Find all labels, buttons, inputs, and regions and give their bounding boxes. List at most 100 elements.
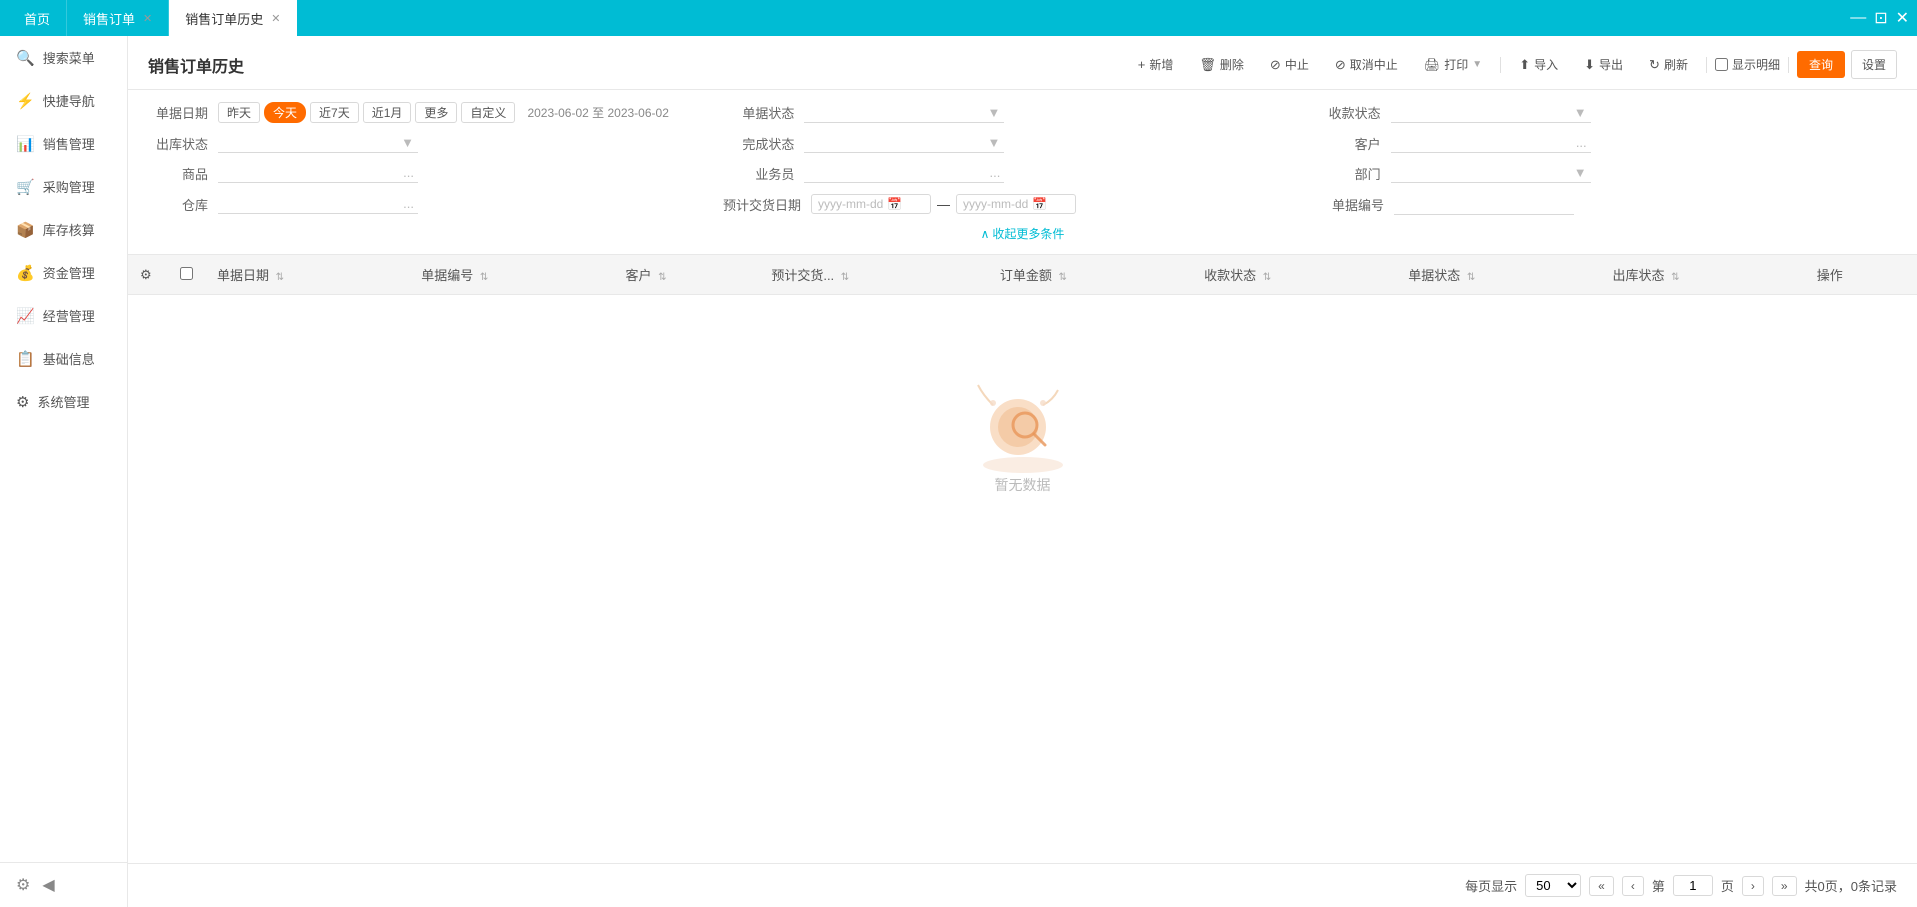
department-select[interactable]: ▼	[1391, 163, 1591, 183]
cancel-stop-icon: ⊘	[1335, 57, 1346, 73]
receipt-status-select[interactable]: ▼	[1391, 103, 1591, 123]
customer-dots[interactable]: ...	[1576, 135, 1587, 150]
col-amount[interactable]: 订单金额 ⇅	[988, 255, 1192, 295]
tab-销售订单[interactable]: 销售订单✕	[67, 0, 169, 36]
first-page-btn[interactable]: «	[1589, 876, 1614, 896]
complete-status-select[interactable]: ▼	[804, 133, 1004, 153]
bill-no-input[interactable]	[1394, 193, 1574, 215]
tab-list: 首页销售订单✕销售订单历史✕	[8, 0, 297, 36]
sidebar-item-4[interactable]: 📦库存核算	[0, 208, 127, 251]
select-all-checkbox[interactable]	[180, 267, 193, 280]
sidebar-item-0[interactable]: 🔍搜索菜单	[0, 36, 127, 79]
query-button[interactable]: 查询	[1797, 51, 1845, 78]
table-body: 暂无数据	[128, 295, 1917, 576]
print-chevron: ▼	[1472, 59, 1482, 70]
date-yesterday-btn[interactable]: 昨天	[218, 102, 260, 123]
display-toggle-checkbox[interactable]	[1715, 58, 1728, 71]
filter-row-4: 仓库 ... 预计交货日期 yyyy-mm-dd 📅 — yyyy-mm-	[148, 193, 1897, 215]
date-1month-btn[interactable]: 近1月	[363, 102, 412, 123]
last-page-btn[interactable]: »	[1772, 876, 1797, 896]
per-page-label: 每页显示	[1465, 876, 1517, 895]
sort-billstatus-icon: ⇅	[1467, 272, 1475, 283]
tab-首页[interactable]: 首页	[8, 0, 67, 36]
col-bill-no[interactable]: 单据编号 ⇅	[409, 255, 613, 295]
sidebar-item-7[interactable]: 📋基础信息	[0, 337, 127, 380]
new-button[interactable]: + 新增	[1128, 51, 1184, 78]
sidebar-icon-8: ⚙	[16, 393, 29, 411]
salesperson-select[interactable]: ...	[804, 163, 1004, 183]
print-icon: 🖨	[1424, 57, 1441, 73]
product-label: 商品	[148, 164, 218, 183]
date-filter-value: 昨天 今天 近7天 近1月 更多 自定义 2023-06-02 至 2023-0…	[218, 102, 724, 123]
col-receipt-status[interactable]: 收款状态 ⇅	[1192, 255, 1396, 295]
date-custom-btn[interactable]: 自定义	[461, 102, 515, 123]
date-7days-btn[interactable]: 近7天	[310, 102, 359, 123]
cancel-stop-button[interactable]: ⊘ 取消中止	[1325, 51, 1408, 78]
col-customer[interactable]: 客户 ⇅	[613, 255, 759, 295]
date-more-btn[interactable]: 更多	[415, 102, 457, 123]
bill-status-label: 单据状态	[724, 103, 804, 122]
product-dots[interactable]: ...	[403, 165, 414, 180]
stop-icon: ⊘	[1270, 57, 1281, 73]
per-page-select[interactable]: 102050100	[1525, 874, 1581, 897]
delivery-date-end-input[interactable]: yyyy-mm-dd 📅	[956, 194, 1076, 214]
tab-销售订单历史[interactable]: 销售订单历史✕	[169, 0, 297, 36]
sidebar-label-8: 系统管理	[37, 392, 89, 411]
bill-status-select[interactable]: ▼	[804, 103, 1004, 123]
out-status-value: ▼	[218, 133, 724, 153]
import-button[interactable]: ⬆ 导入	[1509, 51, 1568, 78]
sidebar-icon-1: ⚡	[16, 92, 35, 110]
delete-button[interactable]: 🗑 删除	[1189, 51, 1254, 78]
col-date[interactable]: 单据日期 ⇅	[205, 255, 409, 295]
sidebar-item-5[interactable]: 💰 资金管理	[0, 251, 127, 294]
minimize-icon[interactable]: —	[1850, 9, 1866, 27]
page-title: 销售订单历史	[148, 53, 244, 77]
table-check-col[interactable]	[168, 255, 205, 295]
collapse-button[interactable]: ∧ 收起更多条件	[981, 225, 1065, 242]
col-out-status[interactable]: 出库状态 ⇅	[1601, 255, 1805, 295]
sidebar-item-8[interactable]: ⚙ 系统管理	[0, 380, 127, 423]
sort-date-icon: ⇅	[276, 272, 284, 283]
sidebar-item-6[interactable]: 📈经营管理	[0, 294, 127, 337]
display-toggle[interactable]: 显示明细	[1715, 56, 1780, 73]
sidebar-label-1: 快捷导航	[43, 91, 95, 110]
warehouse-select[interactable]: ...	[218, 194, 418, 214]
warehouse-dots[interactable]: ...	[403, 196, 414, 211]
filter-row-3: 商品 ... 业务员 ... 部门	[148, 163, 1897, 183]
collapse-sidebar-icon[interactable]: ◀	[42, 875, 54, 895]
sidebar-label-5: 资金管理	[43, 263, 95, 282]
delivery-date-start-input[interactable]: yyyy-mm-dd 📅	[811, 194, 931, 214]
bill-no-value	[1394, 193, 1897, 215]
out-status-select[interactable]: ▼	[218, 133, 418, 153]
export-button[interactable]: ⬇ 导出	[1574, 51, 1633, 78]
print-button[interactable]: 🖨 打印 ▼	[1414, 51, 1492, 78]
col-actions: 操作	[1805, 255, 1917, 295]
sidebar-item-1[interactable]: ⚡ 快捷导航	[0, 79, 127, 122]
restore-icon[interactable]: ⊡	[1874, 8, 1887, 28]
prev-page-btn[interactable]: ‹	[1622, 876, 1644, 896]
out-status-label: 出库状态	[148, 134, 218, 153]
sidebar-icon-5: 💰	[16, 264, 35, 282]
page-input[interactable]	[1673, 875, 1713, 896]
date-today-btn[interactable]: 今天	[264, 102, 306, 123]
collapse-up-icon: ∧	[981, 227, 990, 241]
department-value: ▼	[1391, 163, 1897, 183]
col-bill-status[interactable]: 单据状态 ⇅	[1396, 255, 1600, 295]
salesperson-dots[interactable]: ...	[989, 165, 1000, 180]
sidebar-item-3[interactable]: 🛒采购管理	[0, 165, 127, 208]
settings-icon[interactable]: ⚙	[16, 875, 30, 895]
tab-close-icon[interactable]: ✕	[143, 12, 152, 25]
close-window-icon[interactable]: ✕	[1896, 8, 1909, 28]
sidebar-icon-7: 📋	[16, 350, 35, 368]
customer-select[interactable]: ...	[1391, 133, 1591, 153]
refresh-button[interactable]: ↻ 刷新	[1639, 51, 1698, 78]
table-settings-col[interactable]: ⚙	[128, 255, 168, 295]
settings-filter-button[interactable]: 设置	[1851, 50, 1897, 79]
product-select[interactable]: ...	[218, 163, 418, 183]
sidebar-item-2[interactable]: 📊销售管理	[0, 122, 127, 165]
stop-button[interactable]: ⊘ 中止	[1260, 51, 1319, 78]
col-delivery[interactable]: 预计交货... ⇅	[759, 255, 988, 295]
main-layout: 🔍搜索菜单 ⚡ 快捷导航 📊销售管理🛒采购管理📦库存核算 💰 资金管理 📈经营管理📋基础信息…	[0, 36, 1917, 907]
tab-close-icon[interactable]: ✕	[271, 12, 280, 25]
next-page-btn[interactable]: ›	[1742, 876, 1764, 896]
